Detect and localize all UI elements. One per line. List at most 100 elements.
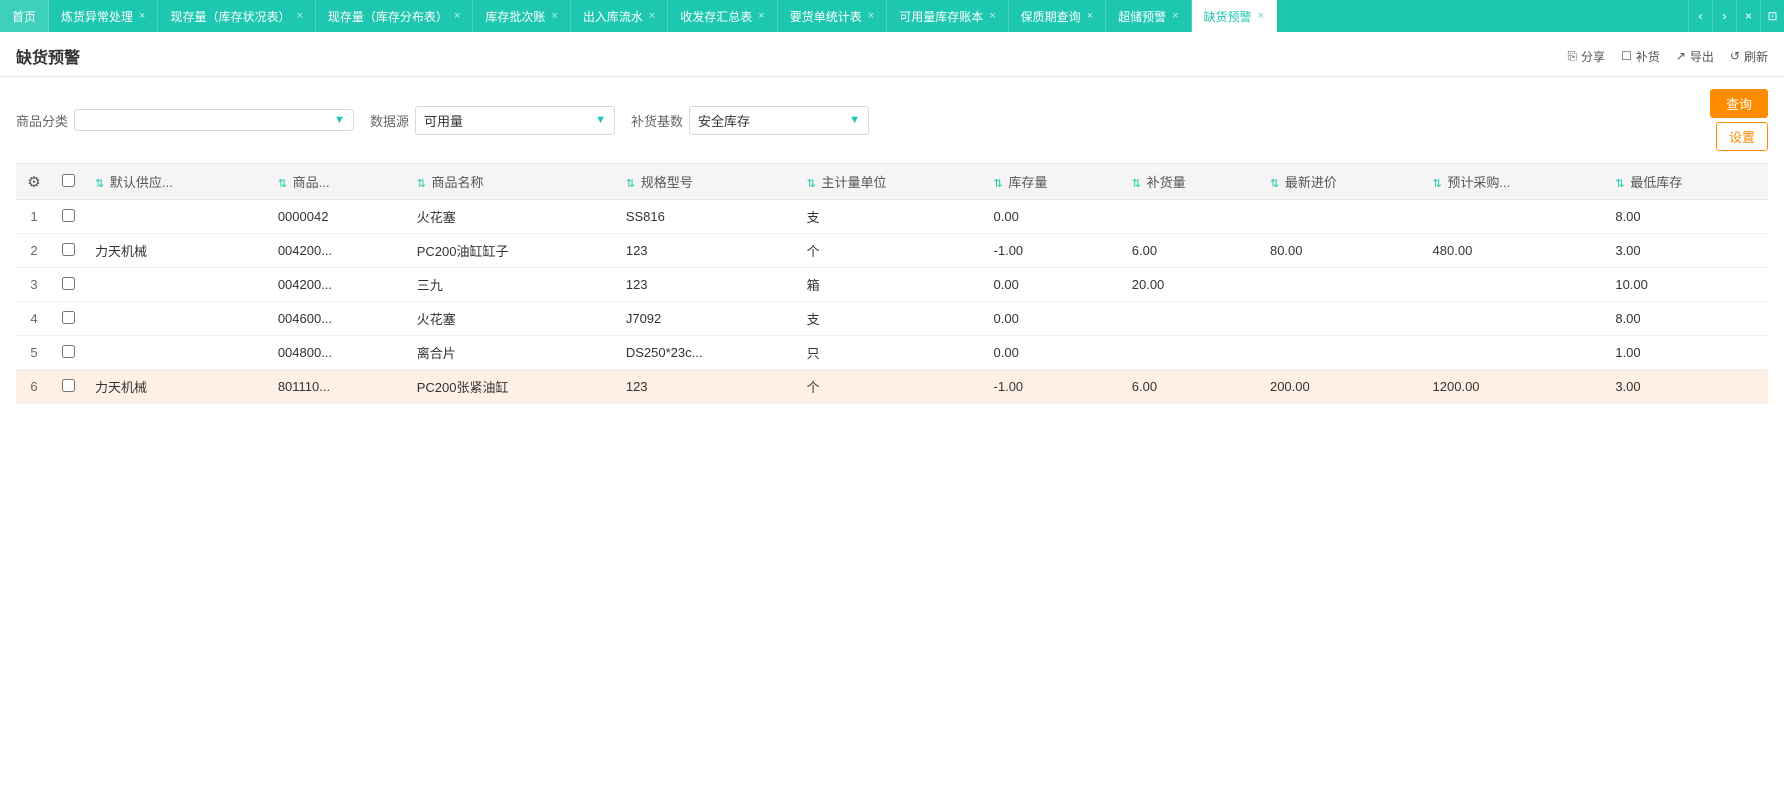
row-supplier: 力天机械 [85,234,268,268]
tab-close-available-ledger[interactable]: × [989,10,995,22]
sort-icon-spec: ⇅ [626,178,635,190]
row-checkbox[interactable] [62,311,75,324]
replenish-base-select[interactable]: 安全库存 ▼ [689,106,869,135]
tab-order-stat[interactable]: 要货单统计表 × [778,0,887,32]
table-settings-icon[interactable]: ⚙ [27,174,40,191]
refresh-button[interactable]: ↺ 刷新 [1730,48,1768,65]
row-checkbox[interactable] [62,277,75,290]
row-product-code: 004800... [268,336,407,370]
row-product-name: PC200油缸缸子 [407,234,616,268]
replenish-base-label: 补货基数 [631,111,683,130]
tab-close-batch-account[interactable]: × [551,10,557,22]
row-checkbox-cell [52,302,85,336]
export-icon: ↗ [1676,49,1686,63]
tab-close-shortage[interactable]: × [1258,10,1264,22]
replenish-button[interactable]: ☐ 补货 [1621,48,1660,65]
row-product-code: 801110... [268,370,407,404]
row-latest-price [1260,268,1423,302]
tab-close-expiry-query[interactable]: × [1087,10,1093,22]
row-replenish-qty [1122,200,1260,234]
row-replenish-qty: 6.00 [1122,234,1260,268]
tab-inventory-status[interactable]: 现存量（库存状况表） × [158,0,315,32]
row-stock: 0.00 [984,302,1122,336]
tab-close-abnormal[interactable]: × [139,10,145,22]
row-spec: 123 [616,234,797,268]
share-icon: ⎘ [1567,49,1577,64]
datasource-dropdown-icon: ▼ [595,114,606,126]
datasource-label: 数据源 [370,111,409,130]
tab-batch-account[interactable]: 库存批次账 × [473,0,570,32]
row-stock: -1.00 [984,370,1122,404]
row-spec: DS250*23c... [616,336,797,370]
tab-close-order-stat[interactable]: × [868,10,874,22]
th-unit: ⇅ 主计量单位 [797,164,984,200]
row-number: 3 [16,268,52,302]
row-product-code: 004600... [268,302,407,336]
sort-icon-name: ⇅ [417,178,426,190]
datasource-select[interactable]: 可用量 ▼ [415,106,615,135]
tab-next-button[interactable]: › [1712,0,1736,32]
row-est-purchase: 1200.00 [1423,370,1606,404]
tab-close-inventory-dist[interactable]: × [454,10,460,22]
row-checkbox[interactable] [62,379,75,392]
export-button[interactable]: ↗ 导出 [1676,48,1714,65]
row-spec: 123 [616,370,797,404]
tab-inventory-dist[interactable]: 现存量（库存分布表） × [316,0,473,32]
sort-icon-min-stock: ⇅ [1615,178,1624,190]
row-stock: 0.00 [984,200,1122,234]
row-supplier [85,302,268,336]
category-select[interactable]: ▼ [74,109,354,131]
data-table: ⚙ ⇅ 默认供应... ⇅ 商品... ⇅ 商品名称 [16,163,1768,404]
tab-available-ledger[interactable]: 可用量库存账本 × [887,0,1008,32]
tab-close-inout-flow[interactable]: × [649,10,655,22]
row-unit: 箱 [797,268,984,302]
main-content: 缺货预警 ⎘ 分享 ☐ 补货 ↗ 导出 ↺ 刷新 商品分类 [0,32,1784,796]
table-container: ⚙ ⇅ 默认供应... ⇅ 商品... ⇅ 商品名称 [0,163,1784,404]
row-checkbox-cell [52,268,85,302]
replenish-icon: ☐ [1621,49,1632,63]
tab-receive-summary[interactable]: 收发存汇总表 × [668,0,777,32]
tab-overstock[interactable]: 超储预警 × [1106,0,1191,32]
row-checkbox[interactable] [62,243,75,256]
tab-close-receive-summary[interactable]: × [758,10,764,22]
tab-close-all-button[interactable]: × [1736,0,1760,32]
select-all-checkbox[interactable] [62,174,75,187]
tab-abnormal[interactable]: 炼货异常处理 × [49,0,158,32]
table-row: 6 力天机械 801110... PC200张紧油缸 123 个 -1.00 6… [16,370,1768,404]
tab-inout-flow[interactable]: 出入库流水 × [571,0,668,32]
th-est-purchase: ⇅ 预计采购... [1423,164,1606,200]
row-checkbox[interactable] [62,209,75,222]
row-est-purchase [1423,200,1606,234]
row-checkbox[interactable] [62,345,75,358]
row-replenish-qty [1122,302,1260,336]
header-actions: ⎘ 分享 ☐ 补货 ↗ 导出 ↺ 刷新 [1567,48,1768,65]
row-checkbox-cell [52,234,85,268]
tab-home[interactable]: 首页 [0,0,49,32]
query-button[interactable]: 查询 [1710,89,1768,118]
share-button[interactable]: ⎘ 分享 [1567,48,1605,65]
settings-button[interactable]: 设置 [1716,122,1768,151]
sort-icon-est-purchase: ⇅ [1433,178,1442,190]
th-stock: ⇅ 库存量 [984,164,1122,200]
row-spec: SS816 [616,200,797,234]
sort-icon-replenish: ⇅ [1132,178,1141,190]
sort-icon-stock: ⇅ [994,178,1003,190]
row-latest-price [1260,336,1423,370]
tab-restore-button[interactable]: ⊡ [1760,0,1784,32]
table-row: 4 004600... 火花塞 J7092 支 0.00 8.00 [16,302,1768,336]
row-product-name: 火花塞 [407,200,616,234]
row-min-stock: 8.00 [1605,200,1768,234]
row-supplier [85,268,268,302]
datasource-filter-group: 数据源 可用量 ▼ [370,106,615,135]
filter-area: 商品分类 ▼ 数据源 可用量 ▼ 补货基数 安全库存 ▼ 查询 设置 [0,77,1784,163]
tab-shortage[interactable]: 缺货预警 × [1192,0,1277,32]
row-product-name: 三九 [407,268,616,302]
row-replenish-qty: 20.00 [1122,268,1260,302]
tab-close-overstock[interactable]: × [1172,10,1178,22]
table-row: 3 004200... 三九 123 箱 0.00 20.00 10.00 [16,268,1768,302]
tab-close-inventory-status[interactable]: × [296,10,302,22]
tab-prev-button[interactable]: ‹ [1688,0,1712,32]
tab-expiry-query[interactable]: 保质期查询 × [1009,0,1106,32]
row-supplier [85,200,268,234]
row-latest-price [1260,200,1423,234]
